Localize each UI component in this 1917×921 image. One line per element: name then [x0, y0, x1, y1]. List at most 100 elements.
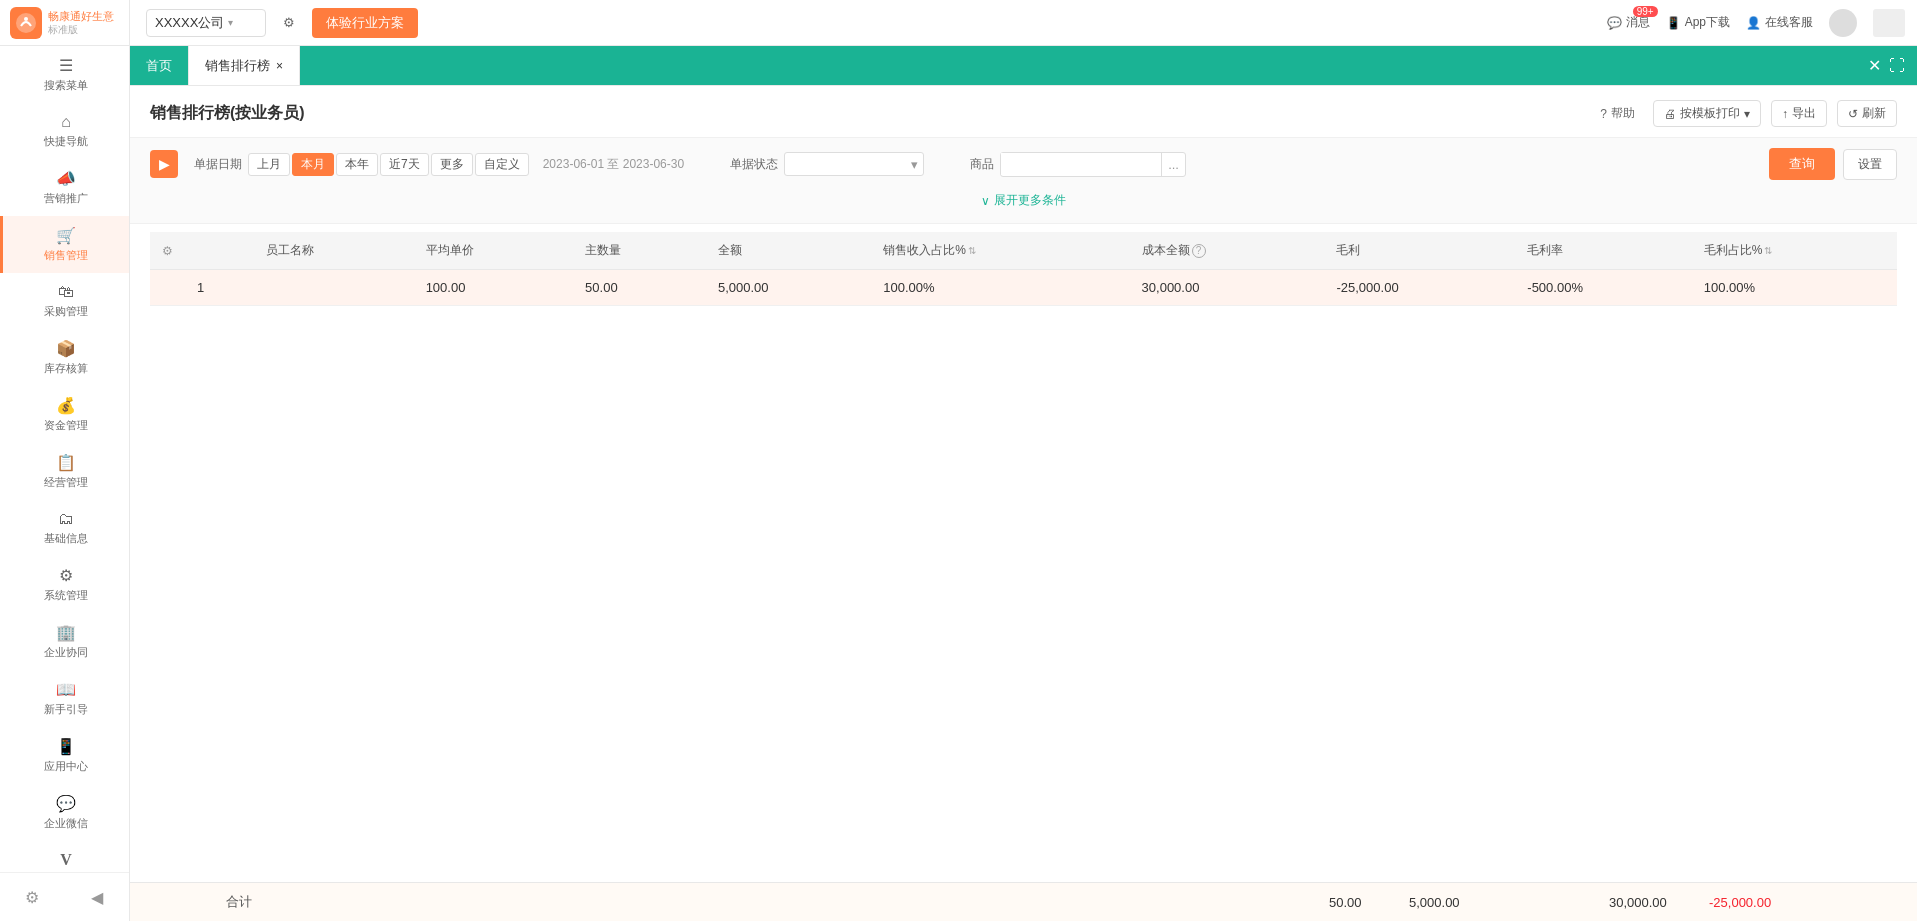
filter-toggle-button[interactable]: ▶ — [150, 150, 178, 178]
status-select[interactable] — [784, 152, 924, 176]
row-cost-cell: 30,000.00 — [1130, 270, 1325, 306]
sidebar-item-purchase-mgmt[interactable]: 🛍 采购管理 — [0, 273, 129, 329]
table-header-gross-pct[interactable]: 毛利占比%⇅ — [1692, 232, 1897, 270]
sidebar-item-vip[interactable]: V 畅会员 — [0, 841, 129, 872]
sidebar-item-quick-nav[interactable]: ⌂ 快捷导航 — [0, 103, 129, 159]
sidebar-item-app-center[interactable]: 📱 应用中心 — [0, 727, 129, 784]
goods-search-input[interactable] — [1001, 153, 1161, 175]
status-select-wrapper — [784, 152, 924, 176]
sidebar-item-basic-info[interactable]: 🗂 基础信息 — [0, 500, 129, 556]
query-button[interactable]: 查询 — [1769, 148, 1835, 180]
tab-home-label: 首页 — [146, 57, 172, 75]
table-header-gross-rate: 毛利率 — [1515, 232, 1691, 270]
footer-avg-price — [1237, 893, 1317, 911]
date-more-btn[interactable]: 更多 — [431, 153, 473, 176]
table-row: 1 100.00 50.00 5,000.00 100.00% 30,000.0… — [150, 270, 1897, 306]
goods-more-button[interactable]: ... — [1161, 153, 1185, 176]
row-settings-cell — [150, 270, 185, 306]
footer-main-qty: 50.00 — [1317, 893, 1397, 911]
date-range-display: 2023-06-01 至 2023-06-30 — [543, 156, 684, 173]
row-employee-cell — [254, 270, 413, 306]
footer-gross-profit: -25,000.00 — [1697, 893, 1797, 911]
sidebar-item-sales-mgmt[interactable]: 🛒 销售管理 — [0, 216, 129, 273]
expand-more-conditions-button[interactable]: ∨ 展开更多条件 — [981, 192, 1066, 209]
settings-button[interactable]: 设置 — [1843, 149, 1897, 180]
row-gross-rate-cell: -500.00% — [1515, 270, 1691, 306]
maximize-window-icon[interactable]: ⛶ — [1889, 57, 1905, 75]
print-icon: 🖨 — [1664, 107, 1676, 121]
footer-label: 合计 — [214, 893, 1237, 911]
sales-mgmt-icon: 🛒 — [56, 226, 76, 245]
refresh-icon: ↺ — [1848, 107, 1858, 121]
export-icon: ↑ — [1782, 107, 1788, 121]
notification-button[interactable]: 💬 消息 99+ — [1607, 14, 1650, 31]
sidebar-item-inventory[interactable]: 📦 库存核算 — [0, 329, 129, 386]
wechat-icon: 💬 — [56, 794, 76, 813]
gear-icon: ⚙ — [283, 15, 295, 30]
sidebar-item-enterprise[interactable]: 🏢 企业协同 — [0, 613, 129, 670]
tab-home[interactable]: 首页 — [130, 46, 189, 85]
table-header-avg-price: 平均单价 — [414, 232, 573, 270]
date-current-month-btn[interactable]: 本月 — [292, 153, 334, 176]
online-support-label: 在线客服 — [1765, 14, 1813, 31]
quick-nav-icon: ⌂ — [61, 113, 71, 131]
close-window-icon[interactable]: ✕ — [1868, 56, 1881, 75]
tab-sales-label: 销售排行榜 — [205, 57, 270, 75]
support-icon: 👤 — [1746, 16, 1761, 30]
sidebar-item-system-mgmt[interactable]: ⚙ 系统管理 — [0, 556, 129, 613]
footer-sales-pct — [1497, 893, 1597, 911]
tab-window-controls: ✕ ⛶ — [1868, 56, 1917, 75]
basic-info-icon: 🗂 — [58, 510, 74, 528]
date-custom-btn[interactable]: 自定义 — [475, 153, 529, 176]
date-prev-month-btn[interactable]: 上月 — [248, 153, 290, 176]
refresh-button[interactable]: ↺ 刷新 — [1837, 100, 1897, 127]
table-header-settings[interactable]: ⚙ — [150, 232, 185, 270]
table-header-cost: 成本全额? — [1130, 232, 1325, 270]
export-button[interactable]: ↑ 导出 — [1771, 100, 1827, 127]
user-avatar[interactable] — [1829, 9, 1857, 37]
vip-icon: V — [60, 851, 72, 869]
date-range-buttons: 上月 本月 本年 近7天 更多 自定义 — [248, 153, 529, 176]
app-logo-icon — [10, 7, 42, 39]
app-logo-text-line1: 畅康通好生意 — [48, 9, 114, 23]
user-menu[interactable] — [1873, 9, 1905, 37]
trial-button[interactable]: 体验行业方案 — [312, 8, 418, 38]
row-gross-pct-cell: 100.00% — [1692, 270, 1897, 306]
sidebar-collapse-button[interactable]: ◀ — [81, 881, 113, 913]
purchase-icon: 🛍 — [58, 283, 74, 301]
sales-ranking-table: ⚙ 员工名称 平均单价 主数量 全额 销售收入占比%⇅ — [150, 232, 1897, 306]
online-support-button[interactable]: 👤 在线客服 — [1746, 14, 1813, 31]
table-header-main-qty: 主数量 — [573, 232, 706, 270]
row-amount-cell: 5,000.00 — [706, 270, 871, 306]
app-logo-text-line2: 标准版 — [48, 23, 114, 36]
template-print-button[interactable]: 🖨 按模板打印 ▾ — [1653, 100, 1761, 127]
chevron-down-icon: ∨ — [981, 194, 990, 208]
sidebar-item-wechat[interactable]: 💬 企业微信 — [0, 784, 129, 841]
date-7days-btn[interactable]: 近7天 — [380, 153, 429, 176]
topbar-settings-button[interactable]: ⚙ — [274, 8, 304, 38]
inventory-icon: 📦 — [56, 339, 76, 358]
sidebar-item-finance[interactable]: 💰 资金管理 — [0, 386, 129, 443]
sales-pct-sort-icon: ⇅ — [968, 245, 976, 256]
tab-close-icon[interactable]: × — [276, 59, 283, 73]
cost-info-icon[interactable]: ? — [1192, 244, 1206, 258]
company-selector[interactable]: XXXXX公司 ▾ — [146, 9, 266, 37]
sidebar-item-operations[interactable]: 📋 经营管理 — [0, 443, 129, 500]
help-button[interactable]: ? 帮助 — [1592, 101, 1643, 126]
app-center-icon: 📱 — [56, 737, 76, 756]
tab-sales-ranking[interactable]: 销售排行榜 × — [189, 46, 300, 85]
goods-filter-label: 商品 — [970, 156, 994, 173]
collapse-icon: ◀ — [91, 888, 103, 907]
app-download-button[interactable]: 📱 App下载 — [1666, 14, 1730, 31]
chevron-down-icon: ▾ — [228, 17, 233, 28]
table-header-sales-pct[interactable]: 销售收入占比%⇅ — [871, 232, 1129, 270]
sidebar-settings-button[interactable]: ⚙ — [16, 881, 48, 913]
row-sales-pct-cell: 100.00% — [871, 270, 1129, 306]
date-current-year-btn[interactable]: 本年 — [336, 153, 378, 176]
sidebar-item-beginner[interactable]: 📖 新手引导 — [0, 670, 129, 727]
sidebar-item-search-orders[interactable]: ☰ 搜索菜单 — [0, 46, 129, 103]
sidebar-item-marketing[interactable]: 📣 营销推广 — [0, 159, 129, 216]
marketing-icon: 📣 — [56, 169, 76, 188]
table-settings-icon[interactable]: ⚙ — [162, 244, 173, 258]
beginner-icon: 📖 — [56, 680, 76, 699]
